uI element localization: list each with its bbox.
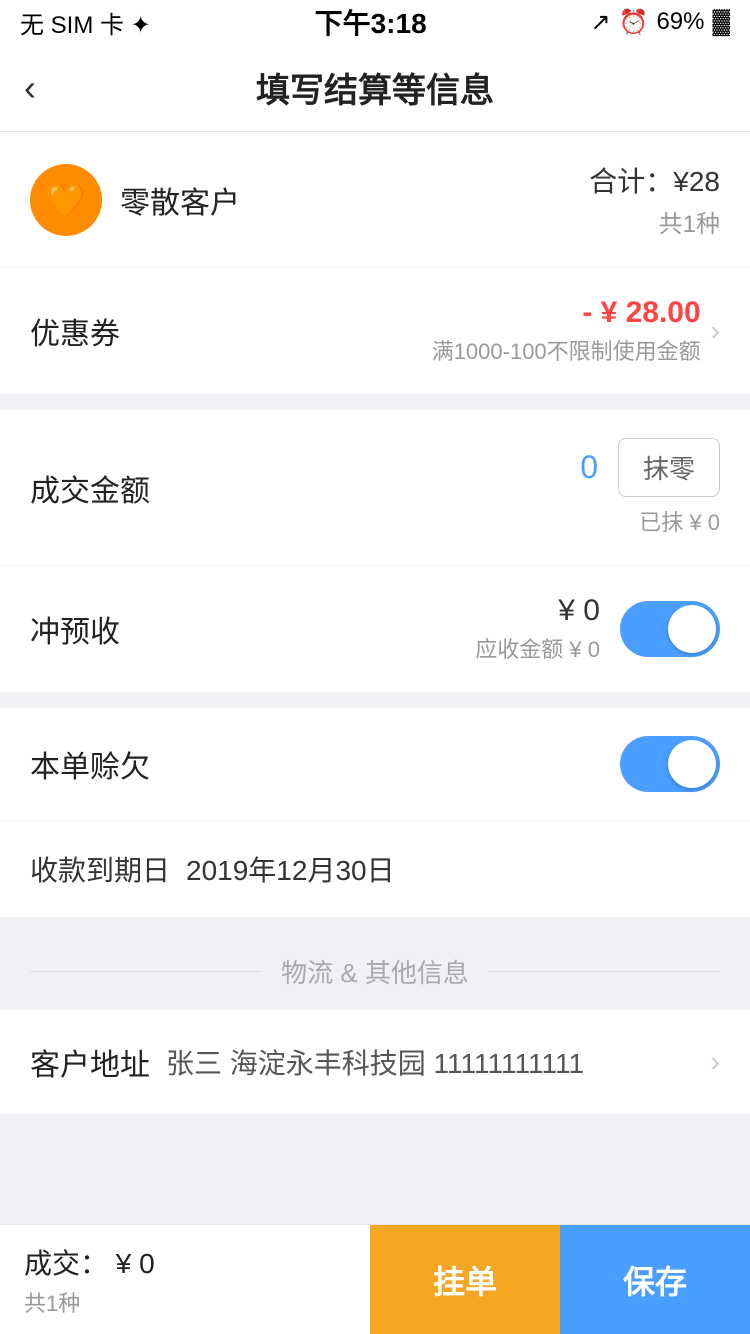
transaction-label: 成交金额 [30,466,170,510]
address-label: 客户地址 [30,1040,150,1084]
debt-row: 本单赊欠 [0,708,750,820]
pre-sub: 应收金额 ¥ 0 [475,632,600,664]
coupon-right: - ¥ 28.00 满1000-100不限制使用金额 › [432,296,720,366]
debt-toggle[interactable] [620,736,720,792]
pre-receive-label: 冲预收 [30,607,170,651]
coupon-value: - ¥ 28.00 [432,296,701,330]
round-zero-button[interactable]: 抹零 [618,438,720,497]
location-icon: ↗ [590,8,610,37]
bottom-item-count: 共1种 [24,1286,346,1318]
bottom-bar: 成交： ¥ 0 共1种 挂单 保存 [0,1224,750,1334]
due-date-row: 收款到期日 2019年12月30日 [0,820,750,917]
transaction-right: 抹零 已抹 ¥ 0 [518,438,720,537]
logistics-divider: 物流 & 其他信息 [0,933,750,1010]
transaction-value-area: 抹零 [518,438,720,497]
status-bar: 无 SIM 卡 ✦ 下午3:18 ↗ ⏰ 69% ▓ [0,0,750,44]
back-button[interactable]: ‹ [24,67,36,109]
status-time: 下午3:18 [315,2,427,42]
transaction-section: 成交金额 抹零 已抹 ¥ 0 冲预收 ¥ 0 应收金额 ¥ 0 [0,410,750,692]
page-title: 填写结算等信息 [256,63,494,112]
avatar-icon: 🧡 [46,181,86,219]
transaction-input[interactable] [518,449,598,486]
address-value: 张三 海淀永丰科技园 11111111111 [166,1042,695,1082]
address-chevron-icon: › [711,1046,720,1078]
customer-name: 零散客户 [120,178,240,222]
pre-receive-right: ¥ 0 应收金额 ¥ 0 [475,594,720,664]
debt-section: 本单赊欠 收款到期日 2019年12月30日 [0,708,750,917]
coupon-row[interactable]: 优惠券 - ¥ 28.00 满1000-100不限制使用金额 › [0,267,750,394]
customer-total: 合计：¥28 [589,160,720,200]
avatar: 🧡 [30,164,102,236]
coupon-description: 满1000-100不限制使用金额 [432,334,701,366]
status-right: ↗ ⏰ 69% ▓ [590,8,730,37]
pre-amount: ¥ 0 [475,594,600,628]
alarm-icon: ⏰ [619,8,649,37]
debt-label: 本单赊欠 [30,742,150,786]
status-left: 无 SIM 卡 ✦ [20,5,151,40]
hold-button[interactable]: 挂单 [370,1225,560,1334]
coupon-detail: - ¥ 28.00 满1000-100不限制使用金额 [432,296,701,366]
chevron-right-icon: › [711,315,720,347]
customer-row: 🧡 零散客户 合计：¥28 共1种 [0,132,750,267]
bottom-summary: 成交： ¥ 0 共1种 [0,1225,370,1334]
customer-count: 共1种 [589,204,720,239]
save-button[interactable]: 保存 [560,1225,750,1334]
logistics-label: 物流 & 其他信息 [281,953,469,990]
battery-icon: ▓ [713,8,731,36]
due-date-value: 2019年12月30日 [186,849,395,889]
nav-bar: ‹ 填写结算等信息 [0,44,750,132]
coupon-label: 优惠券 [30,309,120,353]
transaction-amount-row: 成交金额 抹零 已抹 ¥ 0 [0,410,750,566]
address-section[interactable]: 客户地址 张三 海淀永丰科技园 11111111111 › [0,1010,750,1114]
due-date-label: 收款到期日 [30,849,170,889]
pre-amount-area: ¥ 0 应收金额 ¥ 0 [475,594,600,664]
pre-receive-row: 冲预收 ¥ 0 应收金额 ¥ 0 [0,566,750,692]
debt-toggle-slider [620,736,720,792]
bottom-deal-amount: 成交： ¥ 0 [24,1242,346,1282]
customer-info: 🧡 零散客户 [30,164,240,236]
customer-section: 🧡 零散客户 合计：¥28 共1种 优惠券 - ¥ 28.00 满1000-10… [0,132,750,394]
round-zero-sub: 已抹 ¥ 0 [639,510,720,535]
customer-summary: 合计：¥28 共1种 [589,160,720,239]
toggle-slider [620,601,720,657]
pre-receive-toggle[interactable] [620,601,720,657]
sim-status: 无 SIM 卡 ✦ [20,5,151,40]
battery-level: 69% [656,8,704,36]
